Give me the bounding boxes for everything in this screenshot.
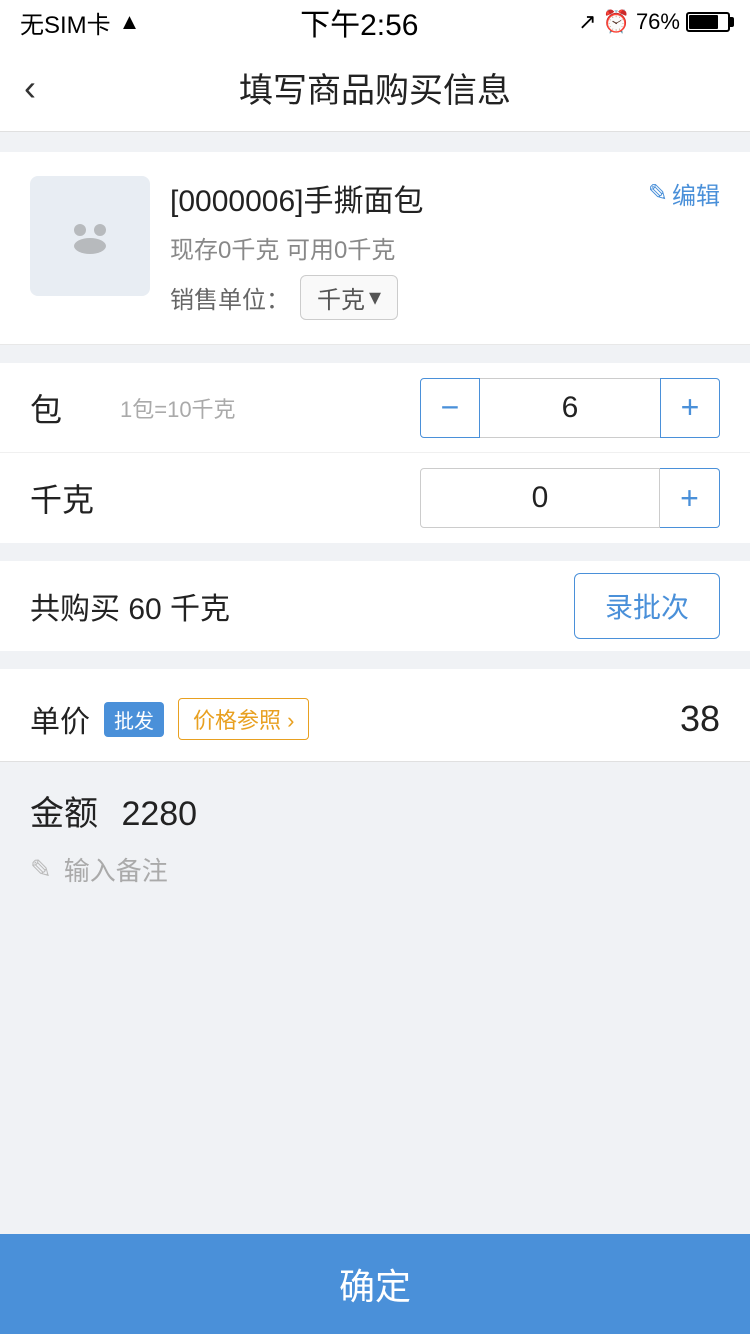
- product-stock: 现存0千克 可用0千克: [170, 230, 720, 265]
- product-thumbnail: [30, 176, 150, 296]
- amount-label: 金额: [30, 795, 98, 833]
- dropdown-icon: ▾: [369, 283, 381, 312]
- status-left: 无SIM卡 ▲: [20, 5, 140, 40]
- remark-placeholder: 输入备注: [64, 851, 168, 888]
- product-image-icon: [58, 204, 122, 268]
- kg-stepper: +: [420, 468, 720, 528]
- total-label: 共购买 60 千克: [30, 584, 574, 628]
- kg-row: 千克 +: [0, 453, 750, 543]
- amount-row: 金额 2280: [30, 786, 720, 835]
- status-time: 下午2:56: [300, 0, 418, 44]
- kg-input[interactable]: [420, 468, 660, 528]
- package-input[interactable]: [480, 378, 660, 438]
- edit-icon: ✎: [648, 179, 668, 208]
- price-reference-button[interactable]: 价格参照 ›: [178, 698, 309, 740]
- page-title: 填写商品购买信息: [239, 63, 511, 112]
- status-right: ↗ ⏰ 76%: [578, 9, 730, 35]
- unit-selector[interactable]: 千克 ▾: [300, 275, 398, 320]
- package-sub: 1包=10千克: [120, 392, 420, 424]
- kg-label: 千克: [30, 475, 420, 521]
- nav-bar: ‹ 填写商品购买信息: [0, 44, 750, 132]
- carrier-label: 无SIM卡: [20, 5, 111, 40]
- kg-section: 千克 +: [0, 453, 750, 543]
- package-section: 包 1包=10千克 − +: [0, 363, 750, 453]
- price-section: 单价 批发 价格参照 › 38: [0, 669, 750, 761]
- remark-row[interactable]: ✎ 输入备注: [30, 851, 720, 888]
- price-value: 38: [680, 698, 720, 740]
- alarm-icon: ⏰: [603, 9, 630, 35]
- back-button[interactable]: ‹: [24, 67, 36, 109]
- package-decrement-button[interactable]: −: [420, 378, 480, 438]
- pencil-icon: ✎: [30, 854, 52, 885]
- product-info: [0000006]手撕面包 ✎ 编辑 现存0千克 可用0千克 销售单位： 千克 …: [170, 176, 720, 320]
- record-batch-button[interactable]: 录批次: [574, 573, 720, 639]
- content-spacer: [0, 904, 750, 1204]
- status-bar: 无SIM卡 ▲ 下午2:56 ↗ ⏰ 76%: [0, 0, 750, 44]
- total-row: 共购买 60 千克 录批次: [0, 561, 750, 651]
- product-card: [0000006]手撕面包 ✎ 编辑 现存0千克 可用0千克 销售单位： 千克 …: [0, 152, 750, 345]
- price-row: 单价 批发 价格参照 › 38: [30, 697, 720, 741]
- confirm-button[interactable]: 确定: [0, 1234, 750, 1334]
- package-increment-button[interactable]: +: [660, 378, 720, 438]
- product-unit: 销售单位： 千克 ▾: [170, 275, 720, 320]
- package-row: 包 1包=10千克 − +: [0, 363, 750, 453]
- amount-section: 金额 2280 ✎ 输入备注: [0, 761, 750, 904]
- package-label: 包: [30, 385, 110, 431]
- battery-percent: 76%: [636, 9, 680, 35]
- location-icon: ↗: [578, 9, 596, 35]
- kg-increment-button[interactable]: +: [660, 468, 720, 528]
- battery-icon: [686, 12, 730, 32]
- amount-value: 2280: [121, 795, 197, 833]
- price-label: 单价: [30, 697, 90, 741]
- package-stepper: − +: [420, 378, 720, 438]
- batch-tag: 批发: [104, 702, 164, 737]
- product-name: [0000006]手撕面包: [170, 176, 423, 220]
- wifi-icon: ▲: [119, 9, 141, 35]
- edit-button[interactable]: ✎ 编辑: [648, 176, 720, 211]
